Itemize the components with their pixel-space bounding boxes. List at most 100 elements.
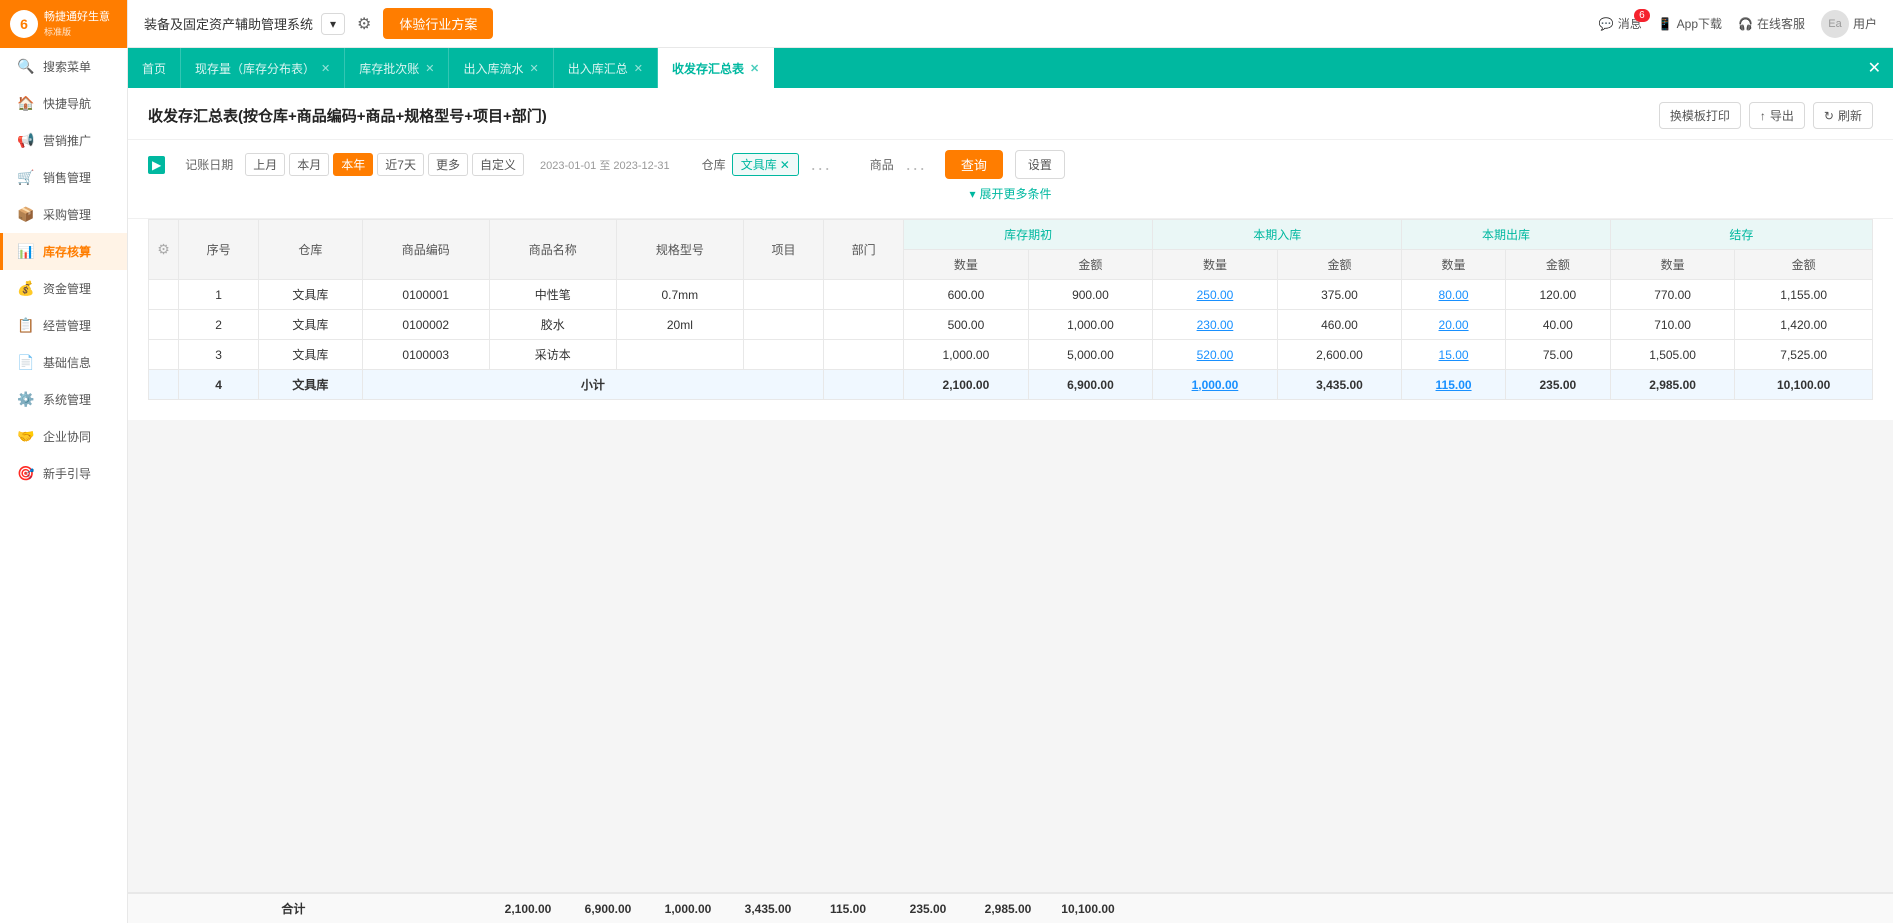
nav-icon-base-info: 📄: [17, 354, 35, 371]
footer-open-amt: 6,900.00: [568, 902, 648, 916]
footer-total-bar: 合计 2,100.00 6,900.00 1,000.00 3,435.00 1…: [128, 892, 1893, 923]
app-download-btn[interactable]: 📱 App下载: [1658, 15, 1722, 32]
tab-close-inout-summary[interactable]: ✕: [634, 62, 643, 75]
sidebar-item-label: 企业协同: [43, 428, 91, 445]
footer-bal-amt: 10,100.00: [1048, 902, 1128, 916]
warehouse-tag-close-icon[interactable]: ✕: [780, 158, 790, 172]
refresh-button[interactable]: ↻ 刷新: [1813, 102, 1873, 129]
tab-batch[interactable]: 库存批次账✕: [345, 48, 449, 88]
row-in-amt: 375.00: [1277, 280, 1402, 310]
export-button[interactable]: ↑ 导出: [1749, 102, 1805, 129]
row-bal-qty: 770.00: [1610, 280, 1735, 310]
tab-inout-flow[interactable]: 出入库流水✕: [449, 48, 553, 88]
date-btn-自定义[interactable]: 自定义: [472, 153, 524, 176]
sidebar-item-sales[interactable]: 🛒销售管理: [0, 159, 127, 196]
row-out-amt: 120.00: [1505, 280, 1610, 310]
sidebar-item-base-info[interactable]: 📄基础信息: [0, 344, 127, 381]
sidebar-item-search[interactable]: 🔍搜索菜单: [0, 48, 127, 85]
sidebar-item-label: 经营管理: [43, 317, 91, 334]
warehouse-tag[interactable]: 文具库 ✕: [732, 153, 799, 176]
sidebar-item-business[interactable]: 📋经营管理: [0, 307, 127, 344]
header-left: 装备及固定资产辅助管理系统 ▾ ⚙ 体验行业方案: [144, 8, 493, 39]
row-settings: [149, 370, 179, 400]
col-bal-amt-header: 金额: [1735, 250, 1873, 280]
row-in-qty[interactable]: 230.00: [1153, 310, 1278, 340]
warehouse-label: 仓库: [702, 156, 726, 173]
filter-settings-button[interactable]: 设置: [1015, 150, 1065, 179]
row-in-qty[interactable]: 250.00: [1153, 280, 1278, 310]
tab-label-inventory-dist: 现存量（库存分布表）: [195, 60, 315, 77]
dropdown-arrow-icon: ▾: [330, 17, 336, 31]
logo-icon: 6: [10, 10, 38, 38]
warehouse-more-btn[interactable]: ...: [805, 152, 838, 177]
data-table: ⚙ 序号 仓库 商品编码 商品名称 规格型号 项目 部门 库存期初 本期入库 本…: [148, 219, 1873, 400]
sidebar-item-finance[interactable]: 💰资金管理: [0, 270, 127, 307]
row-bal-qty: 2,985.00: [1610, 370, 1735, 400]
table-row: 2 文具库 0100002 胶水 20ml 500.00 1,000.00 23…: [149, 310, 1873, 340]
date-btn-更多[interactable]: 更多: [428, 153, 468, 176]
sidebar-item-enterprise[interactable]: 🤝企业协同: [0, 418, 127, 455]
tab-inventory-dist[interactable]: 现存量（库存分布表） ✕: [181, 48, 345, 88]
logo-tag: 标准版: [44, 25, 110, 38]
row-in-qty[interactable]: 520.00: [1153, 340, 1278, 370]
template-print-button[interactable]: 换模板打印: [1659, 102, 1741, 129]
table-row: 1 文具库 0100001 中性笔 0.7mm 600.00 900.00 25…: [149, 280, 1873, 310]
tab-recv-send-summary[interactable]: 收发存汇总表 ✕: [658, 48, 774, 88]
tab-label-recv-send-summary: 收发存汇总表: [672, 60, 744, 77]
row-out-qty[interactable]: 80.00: [1402, 280, 1506, 310]
user-area[interactable]: Ea 用户: [1821, 10, 1877, 38]
col-spec-header: 规格型号: [616, 220, 743, 280]
row-out-amt: 75.00: [1505, 340, 1610, 370]
date-btn-上月[interactable]: 上月: [245, 153, 285, 176]
sidebar-item-system[interactable]: ⚙️系统管理: [0, 381, 127, 418]
row-out-qty[interactable]: 20.00: [1402, 310, 1506, 340]
trial-button[interactable]: 体验行业方案: [383, 8, 493, 39]
expand-more-btn[interactable]: ▾ 展开更多条件: [969, 185, 1051, 202]
tab-close-inout-flow[interactable]: ✕: [530, 62, 539, 75]
query-button[interactable]: 查询: [945, 150, 1003, 179]
settings-icon[interactable]: ⚙: [353, 10, 375, 38]
sidebar-item-inventory[interactable]: 📊库存核算: [0, 233, 127, 270]
row-warehouse: 文具库: [259, 340, 363, 370]
row-name: 采访本: [489, 340, 616, 370]
footer-out-amt: 235.00: [888, 902, 968, 916]
refresh-label: 刷新: [1838, 107, 1862, 124]
tab-close-recv-send-summary[interactable]: ✕: [750, 62, 759, 75]
tab-home[interactable]: 首页: [128, 48, 181, 88]
message-btn[interactable]: 💬 消息 6: [1599, 15, 1642, 32]
row-open-qty: 2,100.00: [904, 370, 1029, 400]
row-code: 0100003: [362, 340, 489, 370]
online-service-btn[interactable]: 🎧 在线客服: [1738, 15, 1805, 32]
sidebar-item-marketing[interactable]: 📢营销推广: [0, 122, 127, 159]
tab-close-batch[interactable]: ✕: [425, 62, 434, 75]
row-no: 4: [179, 370, 259, 400]
filter-collapse-btn[interactable]: ▶: [148, 156, 165, 174]
footer-open-qty: 2,100.00: [488, 902, 568, 916]
tab-bar-close-btn[interactable]: ✕: [1856, 58, 1893, 78]
row-spec: 0.7mm: [616, 280, 743, 310]
tab-label-home: 首页: [142, 60, 166, 77]
sidebar-item-purchase[interactable]: 📦采购管理: [0, 196, 127, 233]
row-open-amt: 6,900.00: [1028, 370, 1153, 400]
col-out-header: 本期出库: [1402, 220, 1611, 250]
phone-icon: 📱: [1658, 17, 1673, 31]
row-out-qty[interactable]: 115.00: [1402, 370, 1506, 400]
system-dropdown[interactable]: ▾: [321, 13, 345, 35]
date-btn-本年[interactable]: 本年: [333, 153, 373, 176]
tab-close-inventory-dist[interactable]: ✕: [321, 62, 330, 75]
sidebar-item-quick-nav[interactable]: 🏠快捷导航: [0, 85, 127, 122]
footer-out-qty: 115.00: [808, 902, 888, 916]
column-settings-icon[interactable]: ⚙: [157, 241, 170, 257]
message-badge: 6: [1634, 9, 1650, 22]
tab-inout-summary[interactable]: 出入库汇总✕: [554, 48, 658, 88]
row-code: 0100002: [362, 310, 489, 340]
headset-icon: 🎧: [1738, 17, 1753, 31]
export-icon: ↑: [1760, 109, 1766, 123]
row-bal-amt: 1,155.00: [1735, 280, 1873, 310]
date-btn-近7天[interactable]: 近7天: [377, 153, 424, 176]
date-btn-本月[interactable]: 本月: [289, 153, 329, 176]
row-in-qty[interactable]: 1,000.00: [1153, 370, 1278, 400]
sidebar-item-guide[interactable]: 🎯新手引导: [0, 455, 127, 492]
row-out-qty[interactable]: 15.00: [1402, 340, 1506, 370]
goods-more-btn[interactable]: ...: [900, 152, 933, 177]
